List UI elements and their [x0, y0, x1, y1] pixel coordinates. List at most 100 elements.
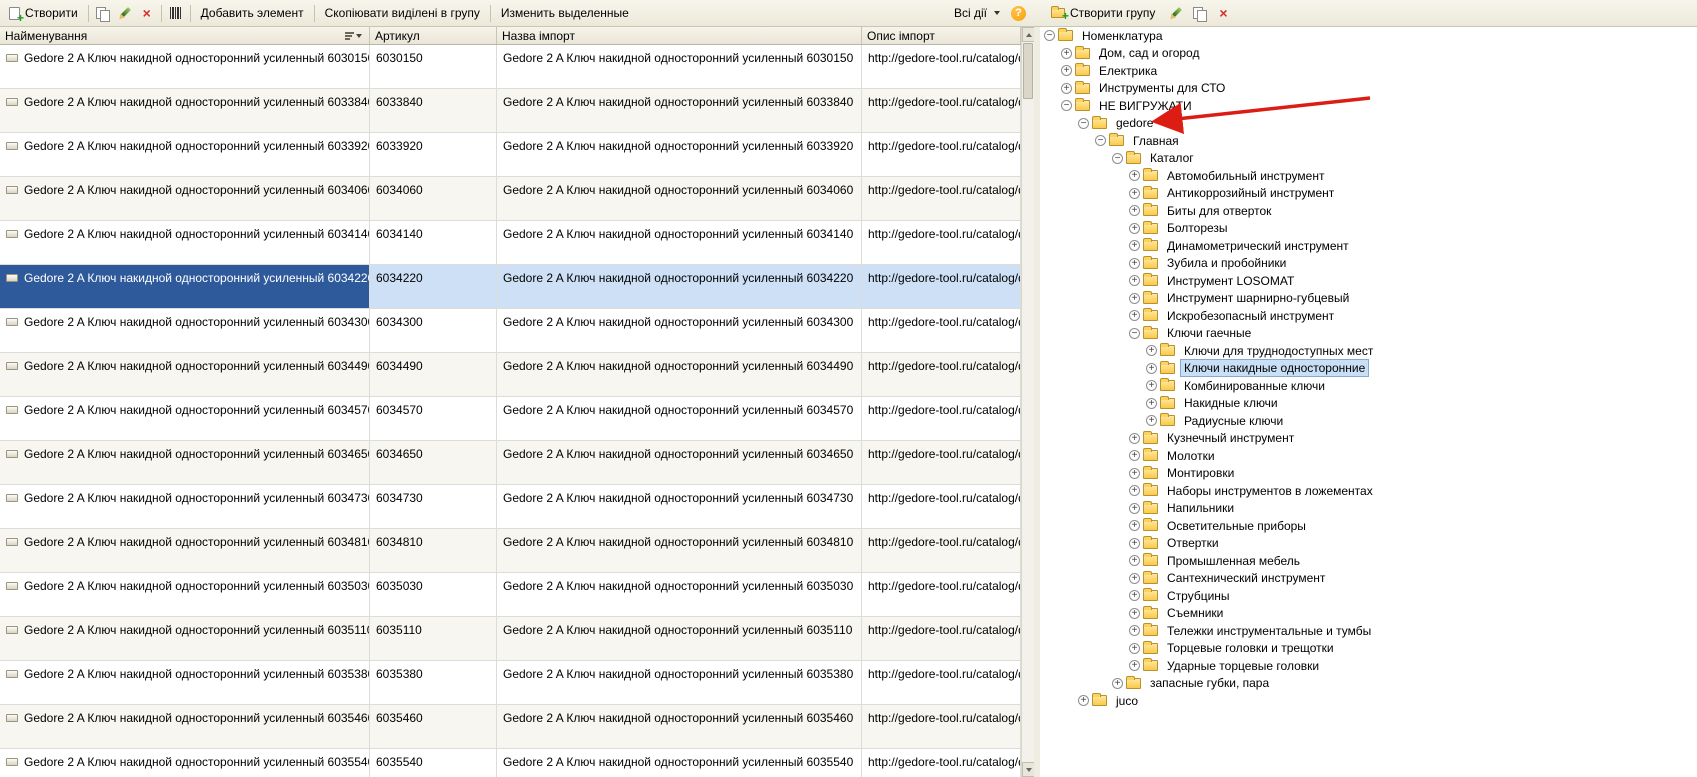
tree-expander-icon[interactable]: −	[1095, 135, 1106, 147]
tree-item-label[interactable]: Молотки	[1163, 447, 1219, 465]
cell-name[interactable]: Gedore 2 A Ключ накидной односторонний у…	[0, 441, 370, 484]
cell-article[interactable]: 6035460	[370, 705, 497, 748]
tree-expander-icon[interactable]: +	[1129, 520, 1140, 532]
tree-item-label[interactable]: запасные губки, пара	[1146, 674, 1273, 692]
table-row[interactable]: Gedore 2 A Ключ накидной односторонний у…	[0, 441, 1021, 485]
tree-expander-icon[interactable]: +	[1129, 607, 1140, 619]
cell-import-desc[interactable]: http://gedore-tool.ru/catalog/d...	[862, 529, 1021, 572]
tree-expander-icon[interactable]: +	[1129, 240, 1140, 252]
tree-expander-icon[interactable]: −	[1112, 152, 1123, 164]
cell-import-desc[interactable]: http://gedore-tool.ru/catalog/d...	[862, 221, 1021, 264]
cell-import-name[interactable]: Gedore 2 A Ключ накидной односторонний у…	[497, 529, 862, 572]
create-group-button[interactable]: Створити групу	[1044, 2, 1162, 24]
cell-import-desc[interactable]: http://gedore-tool.ru/catalog/d...	[862, 617, 1021, 660]
table-row[interactable]: Gedore 2 A Ключ накидной односторонний у…	[0, 221, 1021, 265]
table-row[interactable]: Gedore 2 A Ключ накидной односторонний у…	[0, 45, 1021, 89]
tree-item-label[interactable]: Сантехнический инструмент	[1163, 569, 1329, 587]
cell-name[interactable]: Gedore 2 A Ключ накидной односторонний у…	[0, 617, 370, 660]
cell-import-desc[interactable]: http://gedore-tool.ru/catalog/d...	[862, 265, 1021, 308]
cell-import-name[interactable]: Gedore 2 A Ключ накидной односторонний у…	[497, 749, 862, 777]
tree-expander-icon[interactable]: +	[1078, 695, 1089, 707]
cell-import-desc[interactable]: http://gedore-tool.ru/catalog/d...	[862, 661, 1021, 704]
tree-item[interactable]: + Антикоррозийный инструмент	[1040, 185, 1697, 203]
copy-selected-to-group-button[interactable]: Скопіювати виділені в групу	[318, 2, 487, 24]
tree-item[interactable]: + Напильники	[1040, 500, 1697, 518]
cell-name[interactable]: Gedore 2 A Ключ накидной односторонний у…	[0, 749, 370, 777]
cell-article[interactable]: 6034650	[370, 441, 497, 484]
tree-item-label[interactable]: Комбинированные ключи	[1180, 377, 1329, 395]
tree-expander-icon[interactable]: −	[1078, 117, 1089, 129]
tree-item-label[interactable]: Кузнечный инструмент	[1163, 429, 1298, 447]
cell-import-name[interactable]: Gedore 2 A Ключ накидной односторонний у…	[497, 353, 862, 396]
tree-item[interactable]: + Комбинированные ключи	[1040, 377, 1697, 395]
tree-item-label[interactable]: Каталог	[1146, 149, 1198, 167]
table-row[interactable]: Gedore 2 A Ключ накидной односторонний у…	[0, 133, 1021, 177]
table-row[interactable]: Gedore 2 A Ключ накидной односторонний у…	[0, 265, 1021, 309]
tree-item-label[interactable]: Електрика	[1095, 62, 1161, 80]
table-row[interactable]: Gedore 2 A Ключ накидной односторонний у…	[0, 529, 1021, 573]
tree-item[interactable]: + Наборы инструментов в ложементах	[1040, 482, 1697, 500]
tree-item-label[interactable]: Накидные ключи	[1180, 394, 1282, 412]
tree-expander-icon[interactable]: +	[1146, 397, 1157, 409]
cell-name[interactable]: Gedore 2 A Ключ накидной односторонний у…	[0, 309, 370, 352]
tree-item[interactable]: + Зубила и пробойники	[1040, 255, 1697, 273]
copy-group-button[interactable]	[1188, 3, 1210, 24]
cell-import-desc[interactable]: http://gedore-tool.ru/catalog/d...	[862, 177, 1021, 220]
tree-item-label[interactable]: Радиусные ключи	[1180, 412, 1287, 430]
tree-expander-icon[interactable]: +	[1129, 275, 1140, 287]
cell-import-desc[interactable]: http://gedore-tool.ru/catalog/d...	[862, 133, 1021, 176]
tree-item[interactable]: − Главная	[1040, 132, 1697, 150]
tree-expander-icon[interactable]: +	[1129, 660, 1140, 672]
tree-item-label[interactable]: Наборы инструментов в ложементах	[1163, 482, 1377, 500]
cell-name[interactable]: Gedore 2 A Ключ накидной односторонний у…	[0, 705, 370, 748]
cell-import-desc[interactable]: http://gedore-tool.ru/catalog/d...	[862, 309, 1021, 352]
cell-import-name[interactable]: Gedore 2 A Ключ накидной односторонний у…	[497, 221, 862, 264]
cell-article[interactable]: 6034300	[370, 309, 497, 352]
tree-item-label[interactable]: Дом, сад и огород	[1095, 44, 1203, 62]
cell-article[interactable]: 6034730	[370, 485, 497, 528]
tree-item-label[interactable]: Антикоррозийный инструмент	[1163, 184, 1338, 202]
cell-article[interactable]: 6035380	[370, 661, 497, 704]
cell-import-desc[interactable]: http://gedore-tool.ru/catalog/d...	[862, 353, 1021, 396]
tree-expander-icon[interactable]: +	[1129, 625, 1140, 637]
tree-item[interactable]: + Промышленная мебель	[1040, 552, 1697, 570]
tree-item[interactable]: + Инструменты для СТО	[1040, 80, 1697, 98]
cell-article[interactable]: 6035110	[370, 617, 497, 660]
tree-expander-icon[interactable]: +	[1146, 415, 1157, 427]
tree-expander-icon[interactable]: +	[1112, 677, 1123, 689]
tree-expander-icon[interactable]: −	[1061, 100, 1072, 112]
tree-item-label[interactable]: Струбцины	[1163, 587, 1234, 605]
cell-import-name[interactable]: Gedore 2 A Ключ накидной односторонний у…	[497, 177, 862, 220]
cell-import-desc[interactable]: http://gedore-tool.ru/catalog/d...	[862, 397, 1021, 440]
tree-item-label[interactable]: Номенклатура	[1078, 27, 1167, 45]
tree-expander-icon[interactable]: +	[1129, 222, 1140, 234]
create-button[interactable]: Створити	[2, 2, 85, 25]
delete-group-button[interactable]: ×	[1212, 3, 1234, 24]
tree-item-label[interactable]: Главная	[1129, 132, 1183, 150]
tree-expander-icon[interactable]: +	[1129, 310, 1140, 322]
scrollbar-thumb[interactable]	[1023, 43, 1033, 99]
table-row[interactable]: Gedore 2 A Ключ накидной односторонний у…	[0, 89, 1021, 133]
tree-item-label[interactable]: Инструменты для СТО	[1095, 79, 1229, 97]
cell-name[interactable]: Gedore 2 A Ключ накидной односторонний у…	[0, 529, 370, 572]
cell-article[interactable]: 6034570	[370, 397, 497, 440]
tree-item[interactable]: + Инструмент шарнирно-губцевый	[1040, 290, 1697, 308]
tree-expander-icon[interactable]: +	[1129, 450, 1140, 462]
column-header-import-desc[interactable]: Опис імпорт	[862, 27, 1021, 44]
column-header-article[interactable]: Артикул	[370, 27, 497, 44]
cell-import-desc[interactable]: http://gedore-tool.ru/catalog/d...	[862, 89, 1021, 132]
tree-item[interactable]: + Струбцины	[1040, 587, 1697, 605]
tree-expander-icon[interactable]: −	[1129, 327, 1140, 339]
tree-item-label[interactable]: Искробезопасный инструмент	[1163, 307, 1338, 325]
tree-item[interactable]: − gedore	[1040, 115, 1697, 133]
table-row[interactable]: Gedore 2 A Ключ накидной односторонний у…	[0, 485, 1021, 529]
tree-expander-icon[interactable]: +	[1061, 82, 1072, 94]
tree-expander-icon[interactable]: +	[1129, 292, 1140, 304]
tree-item[interactable]: + Ударные торцевые головки	[1040, 657, 1697, 675]
edit-selected-button[interactable]: Изменить выделенные	[494, 2, 636, 24]
tree-expander-icon[interactable]: +	[1129, 572, 1140, 584]
cell-name[interactable]: Gedore 2 A Ключ накидной односторонний у…	[0, 573, 370, 616]
cell-name[interactable]: Gedore 2 A Ключ накидной односторонний у…	[0, 133, 370, 176]
tree-expander-icon[interactable]: +	[1129, 257, 1140, 269]
tree-item-label[interactable]: gedore	[1112, 114, 1157, 132]
